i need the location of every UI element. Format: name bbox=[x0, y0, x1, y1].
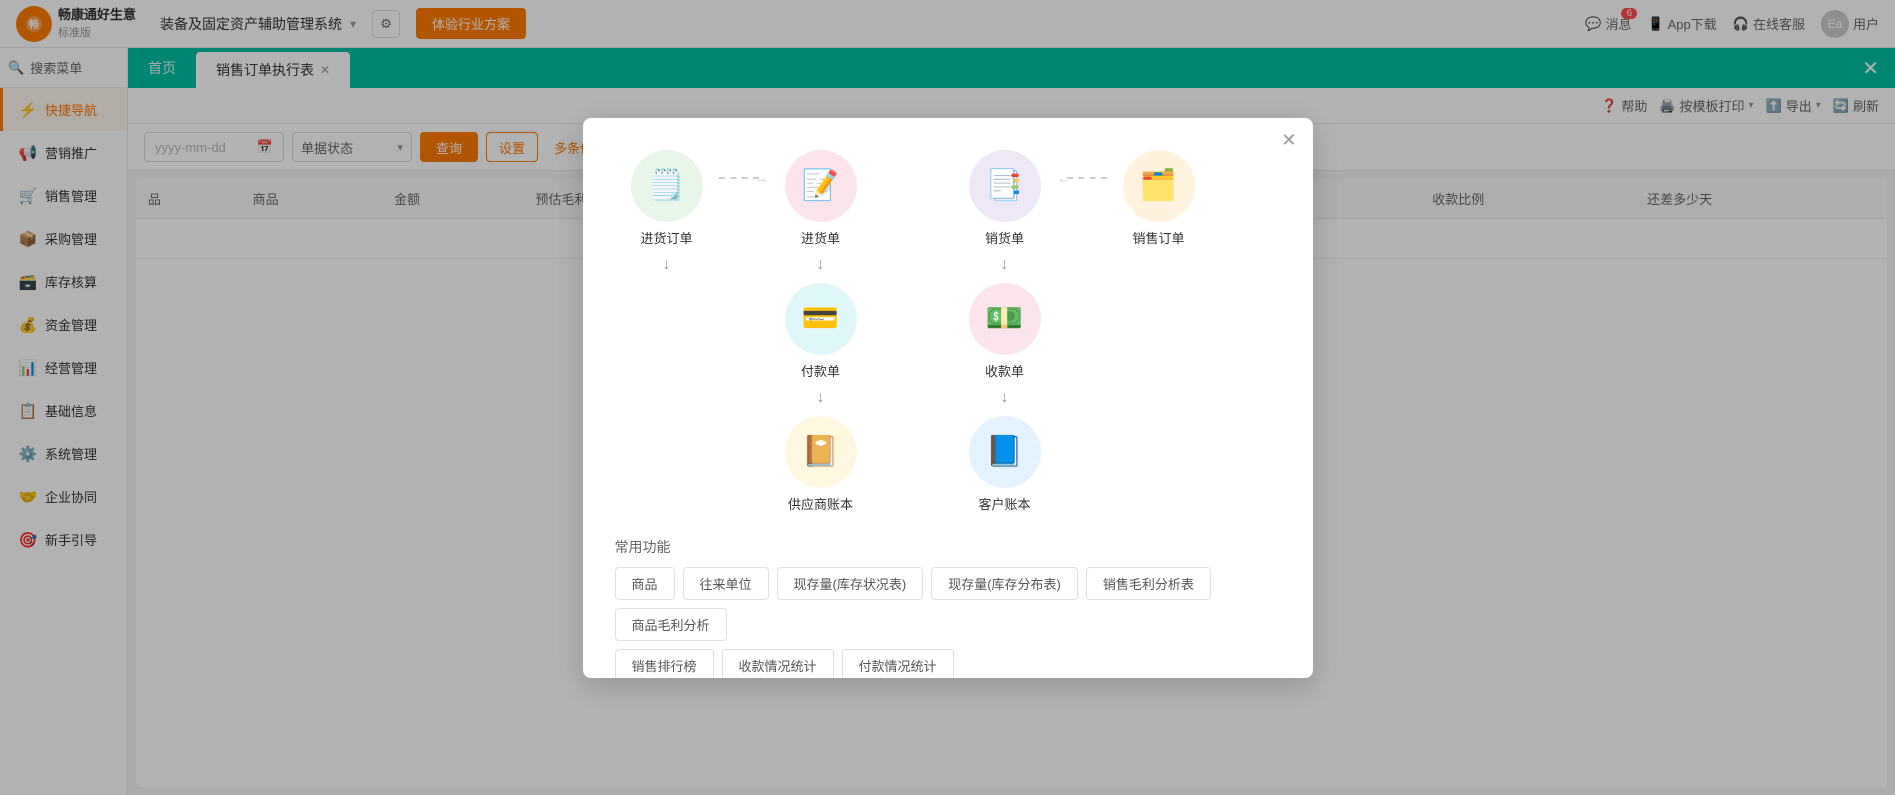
flow-node-supplier[interactable]: 📔 供应商账本 bbox=[785, 416, 857, 513]
flow-node-purchase-bill[interactable]: 📝 进货单 bbox=[785, 150, 857, 247]
flow-node-payment[interactable]: 💳 付款单 bbox=[785, 283, 857, 380]
purchase-bill-label: 进货单 bbox=[801, 228, 840, 247]
purchase-order-icon: 🗒️ bbox=[631, 150, 703, 222]
h-arrow-1 bbox=[719, 177, 759, 179]
supplier-label: 供应商账本 bbox=[788, 494, 853, 513]
common-btn-payment-stats[interactable]: 付款情况统计 bbox=[842, 649, 954, 678]
common-functions-section: 常用功能 商品 往来单位 现存量(库存状况表) 现存量(库存分布表) 销售毛利分… bbox=[615, 537, 1281, 678]
arrow-down-1: ↓ bbox=[663, 257, 671, 273]
customer-icon: 📘 bbox=[969, 416, 1041, 488]
common-functions-title: 常用功能 bbox=[615, 537, 1281, 557]
sales-order-label: 销售订单 bbox=[1132, 228, 1184, 247]
arrow-down-3: ↓ bbox=[817, 390, 825, 406]
common-btn-sales-margin[interactable]: 销售毛利分析表 bbox=[1086, 567, 1211, 600]
receipt-label: 收款单 bbox=[985, 361, 1024, 380]
common-btn-product-margin[interactable]: 商品毛利分析 bbox=[615, 608, 727, 641]
sales-order-icon: 🗂️ bbox=[1123, 150, 1195, 222]
receipt-icon: 💵 bbox=[969, 283, 1041, 355]
flow-node-customer[interactable]: 📘 客户账本 bbox=[969, 416, 1041, 513]
arrow-down-2: ↓ bbox=[817, 257, 825, 273]
flow-node-purchase-order[interactable]: 🗒️ 进货订单 bbox=[631, 150, 703, 247]
flow-node-sales-bill[interactable]: 📑 销货单 bbox=[969, 150, 1041, 247]
purchase-order-label: 进货订单 bbox=[640, 228, 692, 247]
customer-label: 客户账本 bbox=[978, 494, 1030, 513]
common-buttons-row: 商品 往来单位 现存量(库存状况表) 现存量(库存分布表) 销售毛利分析表 商品… bbox=[615, 567, 1281, 641]
modal-body: 🗒️ 进货订单 ↓ → bbox=[583, 118, 1313, 678]
common-btn-stock-status[interactable]: 现存量(库存状况表) bbox=[777, 567, 924, 600]
modal-close-button[interactable]: ✕ bbox=[1281, 130, 1296, 151]
flow-node-receipt[interactable]: 💵 收款单 bbox=[969, 283, 1041, 380]
sales-bill-label: 销货单 bbox=[985, 228, 1024, 247]
common-btn-product[interactable]: 商品 bbox=[615, 567, 675, 600]
modal-overlay[interactable]: ✕ 🗒️ 进货订单 ↓ bbox=[0, 0, 1895, 795]
payment-icon: 💳 bbox=[785, 283, 857, 355]
common-btn-receipt-stats[interactable]: 收款情况统计 bbox=[722, 649, 834, 678]
arrow-down-4: ↓ bbox=[1001, 257, 1009, 273]
payment-label: 付款单 bbox=[801, 361, 840, 380]
supplier-icon: 📔 bbox=[785, 416, 857, 488]
flow-modal: ✕ 🗒️ 进货订单 ↓ bbox=[583, 118, 1313, 678]
arrow-down-5: ↓ bbox=[1001, 390, 1009, 406]
sales-bill-icon: 📑 bbox=[969, 150, 1041, 222]
common-btn-sales-rank[interactable]: 销售排行榜 bbox=[615, 649, 714, 678]
purchase-bill-icon: 📝 bbox=[785, 150, 857, 222]
common-buttons-row-2: 销售排行榜 收款情况统计 付款情况统计 bbox=[615, 649, 1281, 678]
h-arrow-2 bbox=[1067, 177, 1107, 179]
flow-node-sales-order[interactable]: 🗂️ 销售订单 bbox=[1123, 150, 1195, 247]
common-btn-stock-dist[interactable]: 现存量(库存分布表) bbox=[931, 567, 1078, 600]
common-btn-partner[interactable]: 往来单位 bbox=[683, 567, 769, 600]
